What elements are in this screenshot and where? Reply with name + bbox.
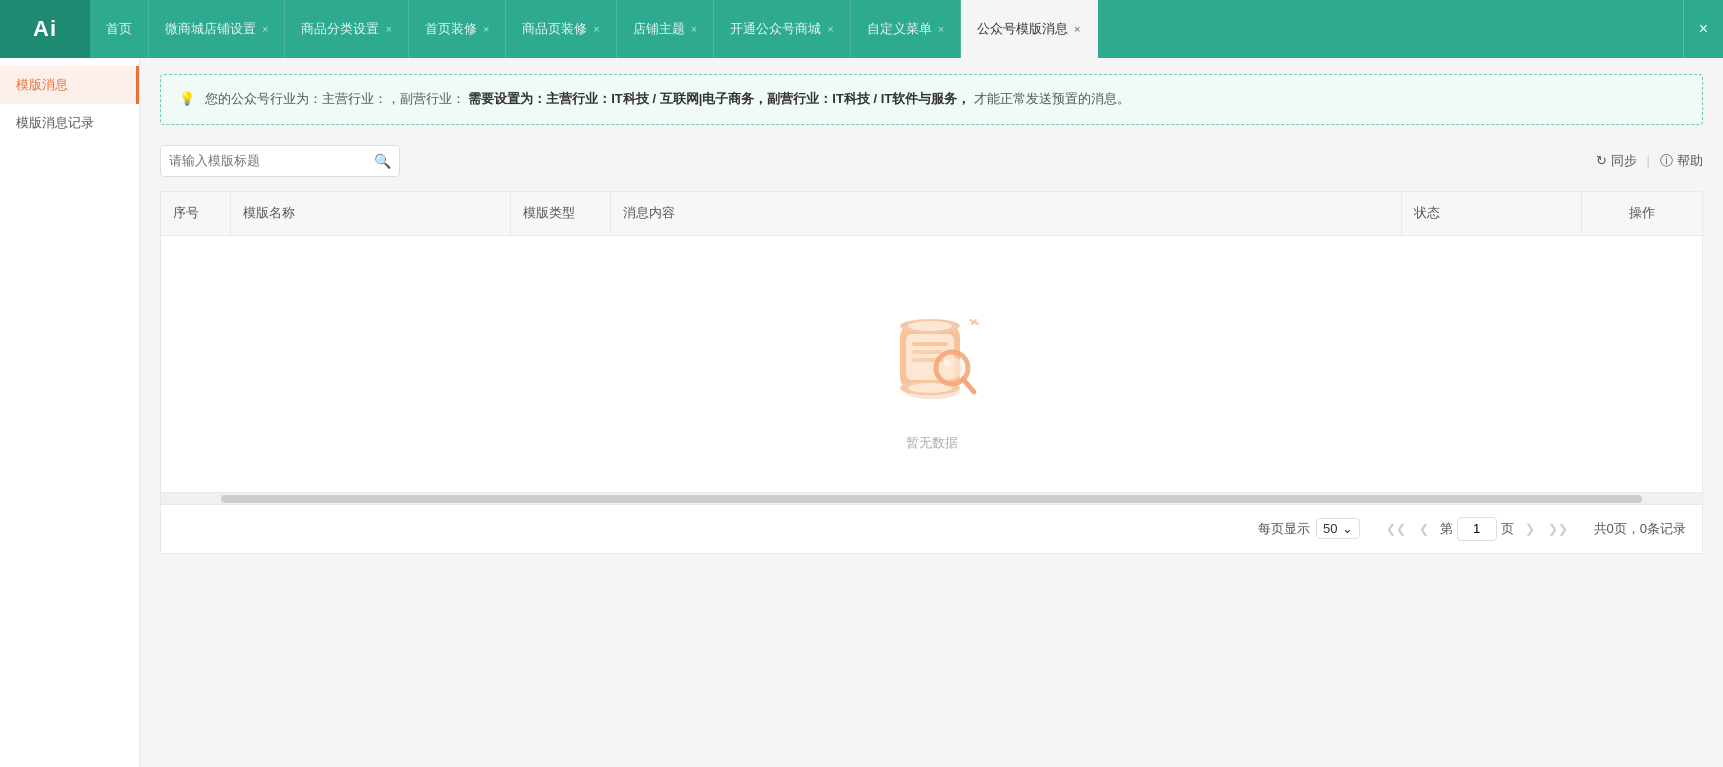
toolbar-right: ↻ 同步 | ⓘ 帮助: [1596, 152, 1703, 170]
scrollbar-thumb[interactable]: [221, 495, 1642, 503]
col-header-status: 状态: [1402, 192, 1582, 235]
sync-button[interactable]: ↻ 同步: [1596, 152, 1637, 170]
svg-rect-4: [912, 350, 942, 354]
sidebar-item-template-msg[interactable]: 模版消息: [0, 66, 139, 104]
nav-tab-close-template-msg[interactable]: ×: [1074, 23, 1080, 35]
notice-icon: 💡: [179, 91, 195, 106]
main-layout: 模版消息模版消息记录 💡 您的公众号行业为：主营行业：，副营行业： 需要设置为：…: [0, 58, 1723, 767]
help-icon: ⓘ: [1660, 152, 1673, 170]
empty-state: 暂无数据: [161, 236, 1702, 492]
col-header-action: 操作: [1582, 192, 1702, 235]
page-size-value: 50: [1323, 521, 1337, 536]
page-size-label: 每页显示: [1258, 520, 1310, 538]
content-area: 💡 您的公众号行业为：主营行业：，副营行业： 需要设置为：主营行业：IT科技 /…: [140, 58, 1723, 767]
svg-rect-3: [912, 342, 948, 346]
nav-tab-category-settings[interactable]: 商品分类设置×: [285, 0, 408, 58]
sync-label: 同步: [1611, 152, 1637, 170]
last-page-button[interactable]: ❯❯: [1546, 517, 1570, 541]
nav-tab-close-wshop-settings[interactable]: ×: [262, 23, 268, 35]
nav-tab-close-product-decor[interactable]: ×: [593, 23, 599, 35]
svg-point-7: [908, 321, 952, 331]
svg-point-11: [941, 357, 963, 379]
search-input[interactable]: [169, 153, 374, 168]
nav-tab-home[interactable]: 首页: [90, 0, 149, 58]
nav-tab-close-store-theme[interactable]: ×: [691, 23, 697, 35]
sync-icon: ↻: [1596, 153, 1607, 168]
nav-tab-custom-menu[interactable]: 自定义菜单×: [851, 0, 961, 58]
nav-tab-template-msg[interactable]: 公众号模版消息×: [961, 0, 1097, 58]
col-header-name: 模版名称: [231, 192, 511, 235]
page-input-wrap: 第 页: [1440, 517, 1514, 541]
top-nav: Ai 首页微商城店铺设置×商品分类设置×首页装修×商品页装修×店铺主题×开通公众…: [0, 0, 1723, 58]
nav-tab-product-decor[interactable]: 商品页装修×: [506, 0, 616, 58]
table-header: 序号 模版名称 模版类型 消息内容 状态 操作: [161, 192, 1702, 236]
col-header-seq: 序号: [161, 192, 231, 235]
page-number-input[interactable]: [1457, 517, 1497, 541]
table-wrap: 序号 模版名称 模版类型 消息内容 状态 操作: [160, 191, 1703, 554]
page-size-select: 每页显示 50 ⌄: [1258, 518, 1359, 539]
nav-tab-close-home-decor[interactable]: ×: [483, 23, 489, 35]
notice-prefix: 您的公众号行业为：主营行业：，副营行业：: [205, 91, 465, 106]
first-page-button[interactable]: ❮❮: [1384, 517, 1408, 541]
svg-point-13: [944, 360, 950, 366]
nav-tab-open-mall[interactable]: 开通公众号商城×: [714, 0, 850, 58]
search-area: 🔍 ↻ 同步 | ⓘ 帮助: [160, 145, 1703, 177]
page-label-after: 页: [1501, 520, 1514, 538]
nav-tab-close-custom-menu[interactable]: ×: [938, 23, 944, 35]
page-size-dropdown[interactable]: 50 ⌄: [1316, 518, 1359, 539]
notice-box: 💡 您的公众号行业为：主营行业：，副营行业： 需要设置为：主营行业：IT科技 /…: [160, 74, 1703, 125]
nav-tab-home-decor[interactable]: 首页装修×: [409, 0, 506, 58]
help-label: 帮助: [1677, 152, 1703, 170]
nav-tabs: 首页微商城店铺设置×商品分类设置×首页装修×商品页装修×店铺主题×开通公众号商城…: [90, 0, 1683, 58]
page-total: 共0页，0条记录: [1594, 520, 1686, 538]
search-icon[interactable]: 🔍: [374, 153, 391, 169]
col-header-content: 消息内容: [611, 192, 1402, 235]
sidebar: 模版消息模版消息记录: [0, 58, 140, 767]
empty-illustration: [872, 296, 992, 416]
help-button[interactable]: ⓘ 帮助: [1660, 152, 1703, 170]
logo: Ai: [0, 0, 90, 58]
pagination: 每页显示 50 ⌄ ❮❮ ❮ 第 页 ❯ ❯❯: [161, 504, 1702, 553]
dropdown-icon: ⌄: [1342, 521, 1353, 536]
page-label-before: 第: [1440, 520, 1453, 538]
page-nav: ❮❮ ❮ 第 页 ❯ ❯❯: [1384, 517, 1570, 541]
nav-tab-close-category-settings[interactable]: ×: [385, 23, 391, 35]
search-wrap[interactable]: 🔍: [160, 145, 400, 177]
notice-suffix: 才能正常发送预置的消息。: [974, 91, 1130, 106]
col-header-type: 模版类型: [511, 192, 611, 235]
next-page-button[interactable]: ❯: [1518, 517, 1542, 541]
prev-page-button[interactable]: ❮: [1412, 517, 1436, 541]
horizontal-scrollbar[interactable]: [161, 492, 1702, 504]
sidebar-item-template-msg-log[interactable]: 模版消息记录: [0, 104, 139, 142]
notice-highlight: 需要设置为：主营行业：IT科技 / 互联网|电子商务，副营行业：IT科技 / I…: [468, 91, 970, 106]
nav-tab-close-open-mall[interactable]: ×: [827, 23, 833, 35]
logo-text: Ai: [33, 16, 57, 42]
close-all-button[interactable]: ×: [1683, 0, 1723, 58]
nav-tab-wshop-settings[interactable]: 微商城店铺设置×: [149, 0, 285, 58]
toolbar-divider: |: [1647, 153, 1650, 168]
svg-line-12: [963, 379, 974, 392]
nav-tab-store-theme[interactable]: 店铺主题×: [617, 0, 714, 58]
empty-text: 暂无数据: [906, 434, 958, 452]
